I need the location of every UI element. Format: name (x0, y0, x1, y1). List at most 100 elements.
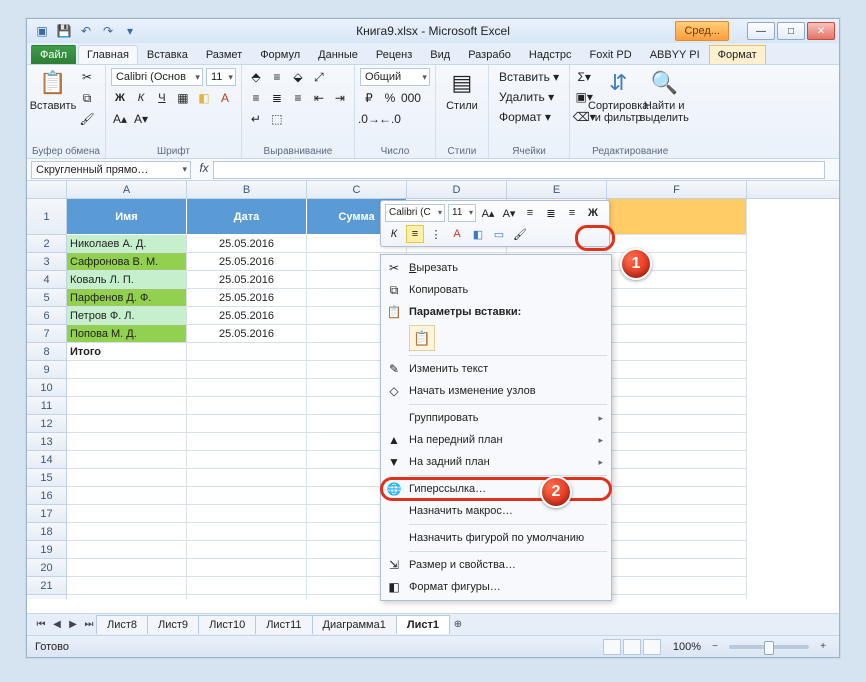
merge-icon[interactable]: ⬚ (268, 110, 286, 128)
redo-icon[interactable]: ↷ (99, 22, 117, 40)
cell[interactable] (607, 343, 747, 361)
cm-send-back[interactable]: ▼ На задний план ▸ (381, 451, 611, 473)
col-header[interactable]: D (407, 181, 507, 198)
cell[interactable]: 25.05.2016 (187, 289, 307, 307)
tab-format-contextual[interactable]: Формат (709, 45, 766, 64)
name-box[interactable]: Скругленный прямо… (31, 161, 191, 179)
cell[interactable] (67, 397, 187, 415)
save-icon[interactable]: 💾 (55, 22, 73, 40)
cell[interactable] (187, 577, 307, 595)
copy-icon[interactable]: ⧉ (78, 89, 96, 107)
sheet-tab[interactable]: Диаграмма1 (312, 615, 397, 634)
tab-view[interactable]: Вид (421, 45, 459, 64)
cell[interactable] (187, 361, 307, 379)
row-header[interactable]: 20 (27, 559, 67, 577)
sheet-tab[interactable]: Лист11 (255, 615, 312, 634)
cm-hyperlink[interactable]: 🌐 Гиперссылка… (381, 478, 611, 500)
cell[interactable] (187, 595, 307, 599)
cell[interactable] (607, 523, 747, 541)
font-size-combo[interactable]: 11 (206, 68, 236, 86)
tab-layout[interactable]: Размет (197, 45, 251, 64)
format-cells-button[interactable]: Формат ▾ (494, 108, 556, 126)
font-color-icon[interactable]: A (448, 225, 466, 243)
italic-button[interactable]: К (132, 89, 150, 107)
cell[interactable] (67, 577, 187, 595)
decrease-decimal-icon[interactable]: ←.0 (381, 110, 399, 128)
cell[interactable] (67, 415, 187, 433)
format-painter-icon[interactable]: 🖌 (511, 225, 529, 243)
cell[interactable]: 25.05.2016 (187, 271, 307, 289)
cell[interactable] (607, 289, 747, 307)
fill-color-button[interactable]: ◧ (195, 89, 213, 107)
addins-tab[interactable]: Сред... (675, 21, 729, 41)
autosum-icon[interactable]: Σ▾ (575, 68, 593, 86)
shape-outline-icon[interactable]: ▭ (490, 225, 508, 243)
view-layout-icon[interactable] (623, 639, 641, 655)
cell[interactable] (187, 343, 307, 361)
cell[interactable] (187, 559, 307, 577)
cell[interactable] (607, 397, 747, 415)
tab-developer[interactable]: Разрабо (459, 45, 520, 64)
tab-review[interactable]: Реценз (367, 45, 421, 64)
row-header[interactable]: 9 (27, 361, 67, 379)
qat-dropdown-icon[interactable]: ▾ (121, 22, 139, 40)
mini-align-icon[interactable]: ≡ (563, 204, 581, 222)
cell[interactable]: Парфенов Д. Ф. (67, 289, 187, 307)
increase-decimal-icon[interactable]: .0→ (360, 110, 378, 128)
orientation-icon[interactable]: ⤢ (310, 68, 328, 86)
percent-icon[interactable]: % (381, 89, 399, 107)
cell[interactable]: 25.05.2016 (187, 307, 307, 325)
cm-edit-text[interactable]: ✎ Изменить текст (381, 358, 611, 380)
mini-align-icon[interactable]: ≣ (542, 204, 560, 222)
row-header[interactable]: 3 (27, 253, 67, 271)
indent-inc-icon[interactable]: ⇥ (331, 89, 349, 107)
tab-abbyy[interactable]: ABBYY PI (641, 45, 709, 64)
cell[interactable]: Попова М. Д. (67, 325, 187, 343)
formula-input[interactable] (213, 161, 825, 179)
undo-icon[interactable]: ↶ (77, 22, 95, 40)
cell[interactable] (67, 487, 187, 505)
row-header[interactable]: 8 (27, 343, 67, 361)
mini-size-combo[interactable]: 11 (448, 204, 476, 222)
tab-addins[interactable]: Надстрс (520, 45, 581, 64)
align-top-icon[interactable]: ⬘ (247, 68, 265, 86)
row-header[interactable]: 14 (27, 451, 67, 469)
col-header[interactable]: E (507, 181, 607, 198)
cell[interactable] (187, 523, 307, 541)
cell[interactable] (607, 595, 747, 599)
cell[interactable] (607, 469, 747, 487)
view-break-icon[interactable] (643, 639, 661, 655)
align-middle-icon[interactable]: ≡ (268, 68, 286, 86)
tab-file[interactable]: Файл (31, 45, 76, 64)
cell[interactable]: Сафронова В. М. (67, 253, 187, 271)
sheet-tab-active[interactable]: Лист1 (396, 615, 450, 634)
tab-data[interactable]: Данные (309, 45, 367, 64)
cell[interactable] (607, 487, 747, 505)
minimize-button[interactable]: — (747, 22, 775, 40)
align-center-icon[interactable]: ≣ (268, 89, 286, 107)
cell[interactable] (67, 505, 187, 523)
sheet-tab[interactable]: Лист9 (147, 615, 199, 634)
row-header[interactable]: 10 (27, 379, 67, 397)
cell[interactable] (607, 433, 747, 451)
cm-default-shape[interactable]: Назначить фигурой по умолчанию (381, 527, 611, 549)
col-header[interactable]: B (187, 181, 307, 198)
cell[interactable]: 25.05.2016 (187, 235, 307, 253)
cell[interactable] (67, 523, 187, 541)
cell[interactable] (67, 361, 187, 379)
select-all-corner[interactable] (27, 181, 67, 198)
grow-font-icon[interactable]: A▴ (111, 110, 129, 128)
row-header[interactable]: 22 (27, 595, 67, 599)
row-header[interactable]: 1 (27, 199, 67, 235)
row-header[interactable]: 5 (27, 289, 67, 307)
paste-option-button[interactable]: 📋 (409, 325, 435, 351)
cell[interactable] (187, 379, 307, 397)
cell[interactable] (187, 541, 307, 559)
bold-icon[interactable]: Ж (584, 204, 602, 222)
cell[interactable]: 25.05.2016 (187, 253, 307, 271)
shape-fill-icon[interactable]: ◧ (469, 225, 487, 243)
row-header[interactable]: 13 (27, 433, 67, 451)
cell[interactable] (187, 415, 307, 433)
row-header[interactable]: 19 (27, 541, 67, 559)
cell[interactable]: Дата (187, 199, 307, 235)
